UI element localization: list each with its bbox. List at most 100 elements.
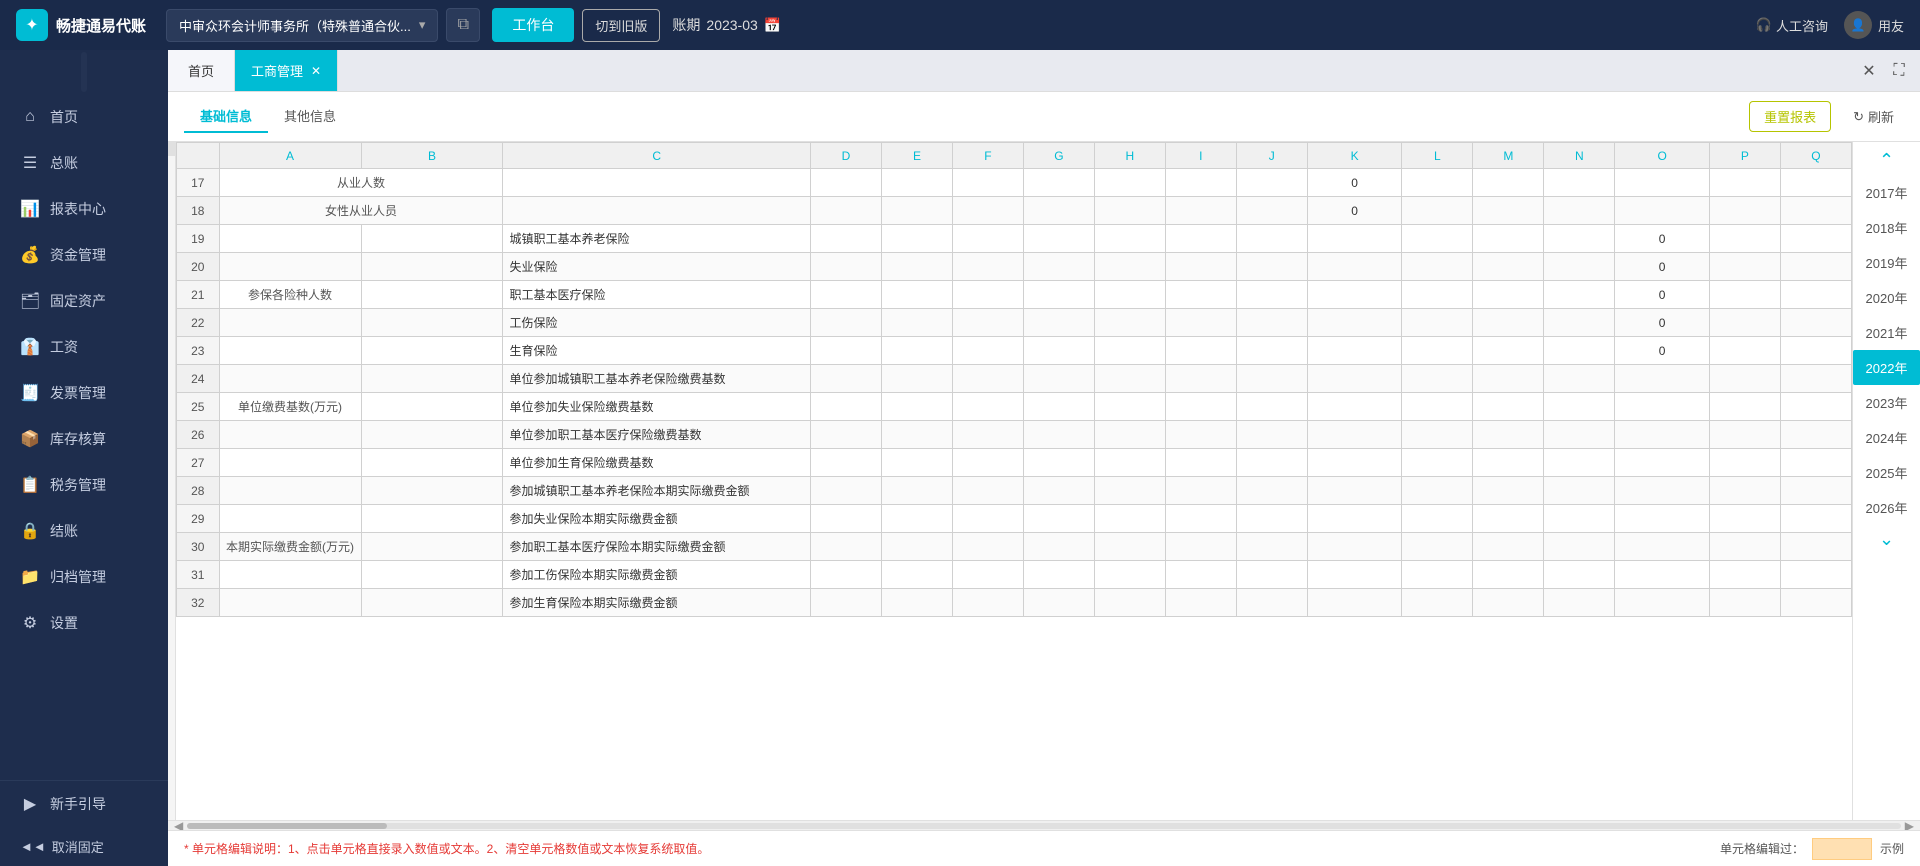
row-28-col-m[interactable] xyxy=(1473,477,1544,505)
row-19-col-h[interactable] xyxy=(1094,225,1165,253)
row-21-col-n[interactable] xyxy=(1544,281,1615,309)
sidebar-item-close[interactable]: 🔒 结账 xyxy=(0,508,168,554)
row-24-col-m[interactable] xyxy=(1473,365,1544,393)
col-header-q[interactable]: Q xyxy=(1780,143,1851,169)
row-31-col-h[interactable] xyxy=(1094,561,1165,589)
row-27-col-m[interactable] xyxy=(1473,449,1544,477)
row-20-col-g[interactable] xyxy=(1023,253,1094,281)
row-28-col-i[interactable] xyxy=(1165,477,1236,505)
row-31-col-g[interactable] xyxy=(1023,561,1094,589)
row-19-col-j[interactable] xyxy=(1236,225,1307,253)
row-20-col-j[interactable] xyxy=(1236,253,1307,281)
row-27-col-e[interactable] xyxy=(881,449,952,477)
row-29-col-i[interactable] xyxy=(1165,505,1236,533)
row-32-col-f[interactable] xyxy=(952,589,1023,617)
row-32-col-e[interactable] xyxy=(881,589,952,617)
row-23-col-a[interactable] xyxy=(219,337,361,365)
row-29-col-f[interactable] xyxy=(952,505,1023,533)
row-30-col-c[interactable]: 参加职工基本医疗保险本期实际缴费金额 xyxy=(503,533,811,561)
sub-tab-basic[interactable]: 基础信息 xyxy=(184,100,268,133)
row-26-col-j[interactable] xyxy=(1236,421,1307,449)
row-26-col-e[interactable] xyxy=(881,421,952,449)
row-18-col-o[interactable] xyxy=(1615,197,1710,225)
row-19-col-k[interactable] xyxy=(1307,225,1402,253)
year-2018[interactable]: 2018年 xyxy=(1853,210,1920,245)
sidebar-item-home[interactable]: ⌂ 首页 xyxy=(0,94,168,140)
row-26-col-k[interactable] xyxy=(1307,421,1402,449)
row-25-col-h[interactable] xyxy=(1094,393,1165,421)
row-18-col-j[interactable] xyxy=(1236,197,1307,225)
row-21-col-g[interactable] xyxy=(1023,281,1094,309)
row-32-col-a[interactable] xyxy=(219,589,361,617)
row-22-col-q[interactable] xyxy=(1780,309,1851,337)
row-29-col-j[interactable] xyxy=(1236,505,1307,533)
row-19-col-e[interactable] xyxy=(881,225,952,253)
row-17-col-h[interactable] xyxy=(1094,169,1165,197)
row-24-col-i[interactable] xyxy=(1165,365,1236,393)
col-header-c[interactable]: C xyxy=(503,143,811,169)
row-20-col-q[interactable] xyxy=(1780,253,1851,281)
row-19-col-o[interactable]: 0 xyxy=(1615,225,1710,253)
row-17-col-e[interactable] xyxy=(881,169,952,197)
row-21-col-k[interactable] xyxy=(1307,281,1402,309)
row-24-col-e[interactable] xyxy=(881,365,952,393)
row-26-col-a[interactable] xyxy=(219,421,361,449)
row-17-col-p[interactable] xyxy=(1709,169,1780,197)
row-26-col-f[interactable] xyxy=(952,421,1023,449)
row-18-col-p[interactable] xyxy=(1709,197,1780,225)
tab-business[interactable]: 工商管理 ✕ xyxy=(235,50,338,91)
row-21-col-q[interactable] xyxy=(1780,281,1851,309)
row-31-col-f[interactable] xyxy=(952,561,1023,589)
row-19-col-g[interactable] xyxy=(1023,225,1094,253)
row-27-col-n[interactable] xyxy=(1544,449,1615,477)
row-17-col-m[interactable] xyxy=(1473,169,1544,197)
row-17-col-d[interactable] xyxy=(811,169,882,197)
year-2022[interactable]: 2022年 xyxy=(1853,350,1920,385)
row-24-col-c[interactable]: 单位参加城镇职工基本养老保险缴费基数 xyxy=(503,365,811,393)
col-header-b[interactable]: B xyxy=(361,143,503,169)
row-21-col-e[interactable] xyxy=(881,281,952,309)
col-header-a[interactable]: A xyxy=(219,143,361,169)
row-20-col-k[interactable] xyxy=(1307,253,1402,281)
row-23-col-j[interactable] xyxy=(1236,337,1307,365)
row-29-col-g[interactable] xyxy=(1023,505,1094,533)
sidebar-item-invoice[interactable]: 🧾 发票管理 xyxy=(0,370,168,416)
row-24-col-k[interactable] xyxy=(1307,365,1402,393)
row-31-col-q[interactable] xyxy=(1780,561,1851,589)
row-32-col-n[interactable] xyxy=(1544,589,1615,617)
row-27-col-o[interactable] xyxy=(1615,449,1710,477)
row-32-col-h[interactable] xyxy=(1094,589,1165,617)
col-header-h[interactable]: H xyxy=(1094,143,1165,169)
row-28-col-d[interactable] xyxy=(811,477,882,505)
row-26-col-l[interactable] xyxy=(1402,421,1473,449)
row-31-col-a[interactable] xyxy=(219,561,361,589)
row-30-col-i[interactable] xyxy=(1165,533,1236,561)
calendar-icon[interactable]: 📅 xyxy=(764,17,781,34)
row-17-col-a[interactable]: 从业人数 xyxy=(219,169,503,197)
row-25-col-a[interactable]: 单位缴费基数(万元) xyxy=(219,393,361,421)
row-31-col-l[interactable] xyxy=(1402,561,1473,589)
row-31-col-j[interactable] xyxy=(1236,561,1307,589)
row-20-col-a[interactable] xyxy=(219,253,361,281)
row-23-col-g[interactable] xyxy=(1023,337,1094,365)
row-28-col-q[interactable] xyxy=(1780,477,1851,505)
row-28-col-g[interactable] xyxy=(1023,477,1094,505)
row-18-col-i[interactable] xyxy=(1165,197,1236,225)
row-18-col-k[interactable]: 0 xyxy=(1307,197,1402,225)
row-24-col-h[interactable] xyxy=(1094,365,1165,393)
row-23-col-n[interactable] xyxy=(1544,337,1615,365)
old-version-button[interactable]: 切到旧版 xyxy=(582,9,660,42)
row-23-col-m[interactable] xyxy=(1473,337,1544,365)
sidebar-item-assets[interactable]: 🗂 固定资产 xyxy=(0,278,168,324)
row-26-col-d[interactable] xyxy=(811,421,882,449)
company-selector[interactable]: 中审众环会计师事务所（特殊普通合伙... ▾ xyxy=(166,9,438,42)
row-17-col-l[interactable] xyxy=(1402,169,1473,197)
row-25-col-l[interactable] xyxy=(1402,393,1473,421)
sub-tab-other[interactable]: 其他信息 xyxy=(268,100,352,133)
row-31-col-p[interactable] xyxy=(1709,561,1780,589)
row-25-col-c[interactable]: 单位参加失业保险缴费基数 xyxy=(503,393,811,421)
row-20-col-i[interactable] xyxy=(1165,253,1236,281)
row-30-col-e[interactable] xyxy=(881,533,952,561)
row-21-col-a[interactable]: 参保各险种人数 xyxy=(219,281,361,309)
row-26-col-b[interactable] xyxy=(361,421,503,449)
